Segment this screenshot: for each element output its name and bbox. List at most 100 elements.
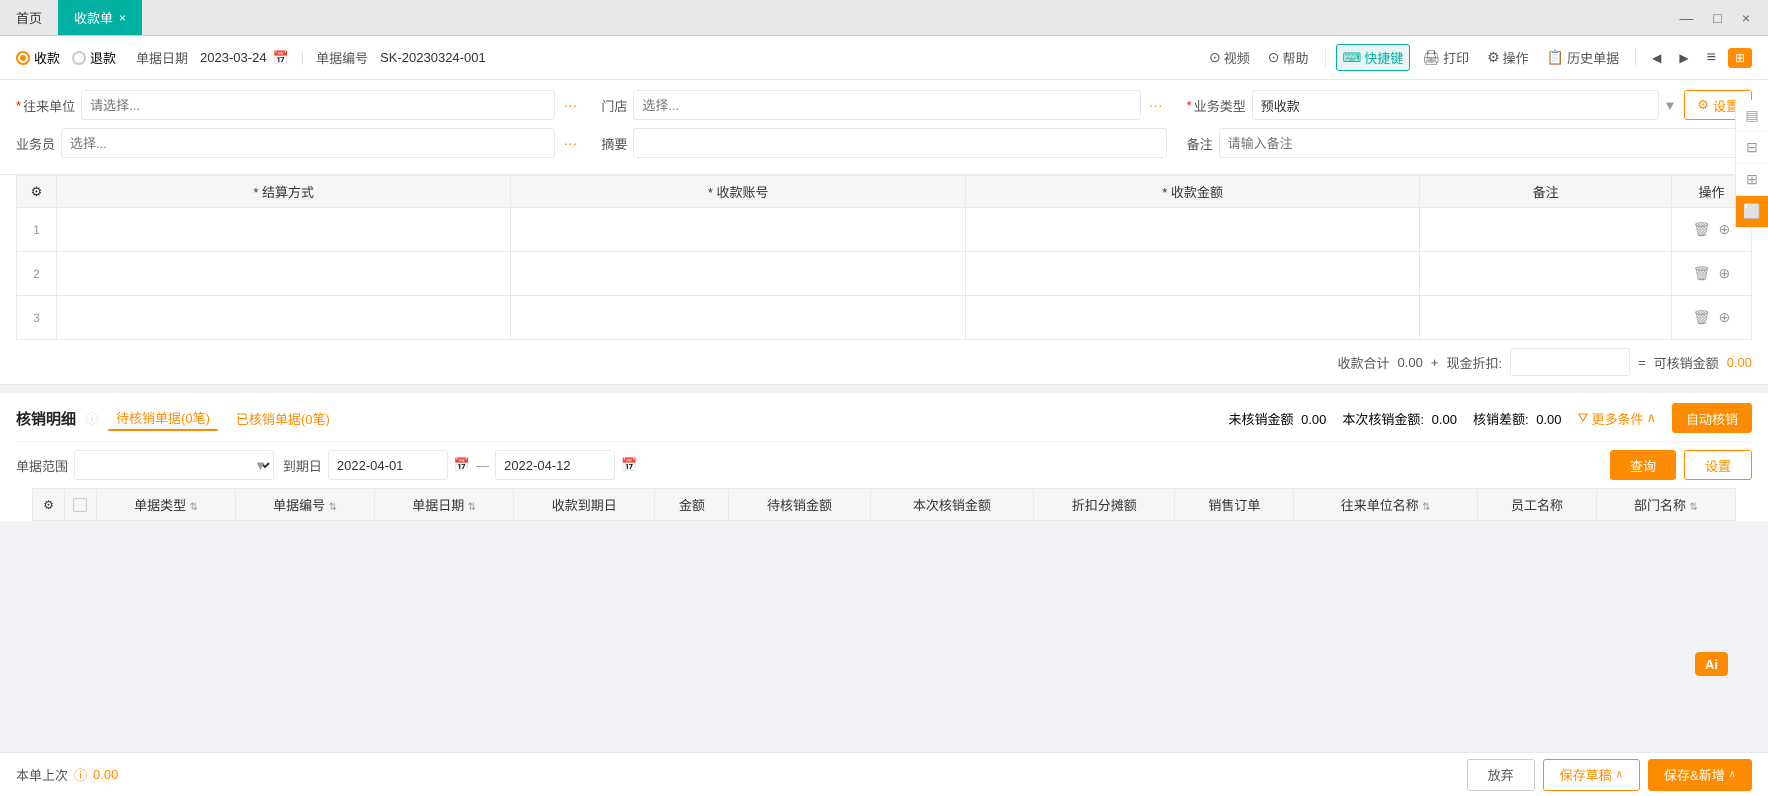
row2-amount[interactable] (965, 252, 1419, 296)
summary-input[interactable] (633, 128, 1166, 158)
form-row-1: * 往来单位 ··· 门店 ··· * 业务类型 ▼ ⚙ 设置 (16, 90, 1752, 120)
completed-tab[interactable]: 已核销单据(0笔) (228, 407, 338, 430)
staff-input[interactable] (61, 128, 555, 158)
bottom-col-date[interactable]: 单据日期 ⇅ (375, 489, 514, 521)
date-to-input[interactable] (495, 450, 615, 480)
col-number-label: 单据编号 (273, 498, 325, 513)
row3-delete-icon[interactable]: 🗑 (1693, 309, 1711, 326)
row1-copy-icon[interactable]: ⊕ (1719, 221, 1731, 238)
save-new-btn[interactable]: 保存&新增 ∧ (1648, 759, 1752, 791)
filter-settings-btn[interactable]: 设置 (1684, 450, 1752, 480)
pending-tab[interactable]: 待核销单据(0笔) (108, 406, 218, 431)
store-more-btn[interactable]: ··· (1145, 97, 1167, 113)
abandon-btn[interactable]: 放弃 (1467, 759, 1535, 791)
more-conditions-btn[interactable]: ⛛ 更多条件 ∧ (1578, 409, 1656, 428)
date-field: 单据日期 2023-03-24 📅 (136, 48, 289, 67)
side-camera-icon[interactable]: ⬜ (1736, 196, 1768, 228)
store-input[interactable] (633, 90, 1140, 120)
video-btn[interactable]: ⊙ 视频 (1203, 45, 1256, 70)
side-table-icon[interactable]: ▤ (1736, 100, 1768, 132)
calendar2-icon[interactable]: 📅 (621, 457, 637, 473)
remark-field: 备注 (1187, 128, 1752, 158)
help-label: 帮助 (1283, 48, 1309, 67)
date-from-input[interactable] (328, 450, 448, 480)
actions-icon: ⚙ (1487, 49, 1500, 66)
row3-amount[interactable] (965, 296, 1419, 340)
range-select[interactable] (74, 450, 274, 480)
partner-input[interactable] (81, 90, 555, 120)
toolbar: 收款 退款 单据日期 2023-03-24 📅 | 单据编号 SK-202303… (0, 36, 1768, 80)
row3-remark[interactable] (1420, 296, 1672, 340)
staff-more-btn[interactable]: ··· (559, 135, 581, 151)
form-area: * 往来单位 ··· 门店 ··· * 业务类型 ▼ ⚙ 设置 业务员 (0, 80, 1768, 175)
filter-row: 单据范围 ▼ 到期日 📅 — 📅 查询 设置 (16, 441, 1752, 488)
discount-input[interactable] (1510, 348, 1630, 376)
settings-gear-col-icon: ⚙ (31, 184, 43, 199)
nuclear-info-icon[interactable]: ⓘ (86, 410, 98, 427)
bottom-col-number[interactable]: 单据编号 ⇅ (236, 489, 375, 521)
radio-receipt[interactable]: 收款 (16, 48, 60, 67)
tab-current-label: 收款单 (74, 8, 113, 27)
row3-copy-icon[interactable]: ⊕ (1719, 309, 1731, 326)
row2-copy-icon[interactable]: ⊕ (1719, 265, 1731, 282)
calendar-icon[interactable]: 📅 (273, 50, 289, 66)
due-date-filter: 到期日 📅 — 📅 (283, 450, 637, 480)
row2-remark[interactable] (1420, 252, 1672, 296)
shortcut-btn[interactable]: ⌨ 快捷键 (1336, 44, 1411, 71)
calendar1-icon[interactable]: 📅 (454, 457, 470, 473)
close-btn[interactable]: × (1736, 8, 1756, 28)
bottom-col-dept[interactable]: 部门名称 ⇅ (1596, 489, 1735, 521)
tab-current[interactable]: 收款单 × (58, 0, 142, 35)
row3-payment[interactable] (57, 296, 511, 340)
bottom-table-wrapper: ⚙ 单据类型 ⇅ 单据编号 ⇅ 单据日期 ⇅ (16, 488, 1752, 521)
bottom-col-type[interactable]: 单据类型 ⇅ (97, 489, 236, 521)
unchecked-stat: 未核销金额 0.00 (1228, 409, 1326, 428)
side-link-icon[interactable]: ⊞ (1736, 164, 1768, 196)
row2-delete-icon[interactable]: 🗑 (1693, 265, 1711, 282)
bottom-col-partner[interactable]: 往来单位名称 ⇅ (1294, 489, 1478, 521)
save-draft-btn[interactable]: 保存草稿 ∧ (1543, 759, 1640, 791)
biz-type-arrow[interactable]: ▼ (1663, 98, 1676, 113)
ai-label[interactable]: Ai (1695, 652, 1728, 676)
row1-delete-icon[interactable]: 🗑 (1693, 221, 1711, 238)
side-list-icon[interactable]: ⊟ (1736, 132, 1768, 164)
help-btn[interactable]: ⊙ 帮助 (1262, 45, 1315, 70)
nav-next-btn[interactable]: ▶ (1673, 48, 1694, 68)
date-dash: — (476, 458, 489, 473)
print-btn[interactable]: 🖨 打印 (1416, 45, 1475, 70)
minimize-btn[interactable]: — (1673, 8, 1699, 28)
actions-btn[interactable]: ⚙ 操作 (1481, 45, 1535, 70)
query-btn[interactable]: 查询 (1610, 450, 1676, 480)
grid-icon[interactable]: ⊞ (1728, 48, 1752, 68)
history-btn[interactable]: 📋 历史单据 (1541, 45, 1625, 70)
last-info-icon[interactable]: ⓘ (74, 765, 87, 784)
bottom-col-settings[interactable]: ⚙ (33, 489, 65, 521)
row1-remark[interactable] (1420, 208, 1672, 252)
partner-more-btn[interactable]: ··· (559, 97, 581, 113)
row2-account[interactable] (511, 252, 965, 296)
layout-icon[interactable]: ≡ (1701, 46, 1722, 70)
auto-nuclear-btn[interactable]: 自动核销 (1672, 403, 1752, 433)
bottom-col-checkbox[interactable] (65, 489, 97, 521)
radio-refund[interactable]: 退款 (72, 48, 116, 67)
col-settings-header[interactable]: ⚙ (17, 176, 57, 208)
biz-required: * (1187, 98, 1192, 113)
range-label: 单据范围 (16, 456, 68, 475)
select-all-checkbox[interactable] (73, 498, 87, 512)
nav-prev-btn[interactable]: ◀ (1646, 48, 1667, 68)
row1-amount[interactable] (965, 208, 1419, 252)
equals-sign: = (1638, 355, 1646, 370)
row1-payment[interactable] (57, 208, 511, 252)
row1-account[interactable] (511, 208, 965, 252)
remark-input[interactable] (1219, 128, 1752, 158)
tab-close-icon[interactable]: × (119, 11, 126, 25)
row2-payment[interactable] (57, 252, 511, 296)
maximize-btn[interactable]: □ (1707, 8, 1727, 28)
last-label: 本单上次 (16, 765, 68, 784)
shortcut-icon: ⌨ (1343, 50, 1362, 66)
biz-type-input[interactable] (1252, 90, 1660, 120)
table-row: 1 🗑 ⊕ (17, 208, 1752, 252)
row3-account[interactable] (511, 296, 965, 340)
filter-actions: 查询 设置 (1610, 450, 1752, 480)
tab-home[interactable]: 首页 (0, 0, 58, 35)
